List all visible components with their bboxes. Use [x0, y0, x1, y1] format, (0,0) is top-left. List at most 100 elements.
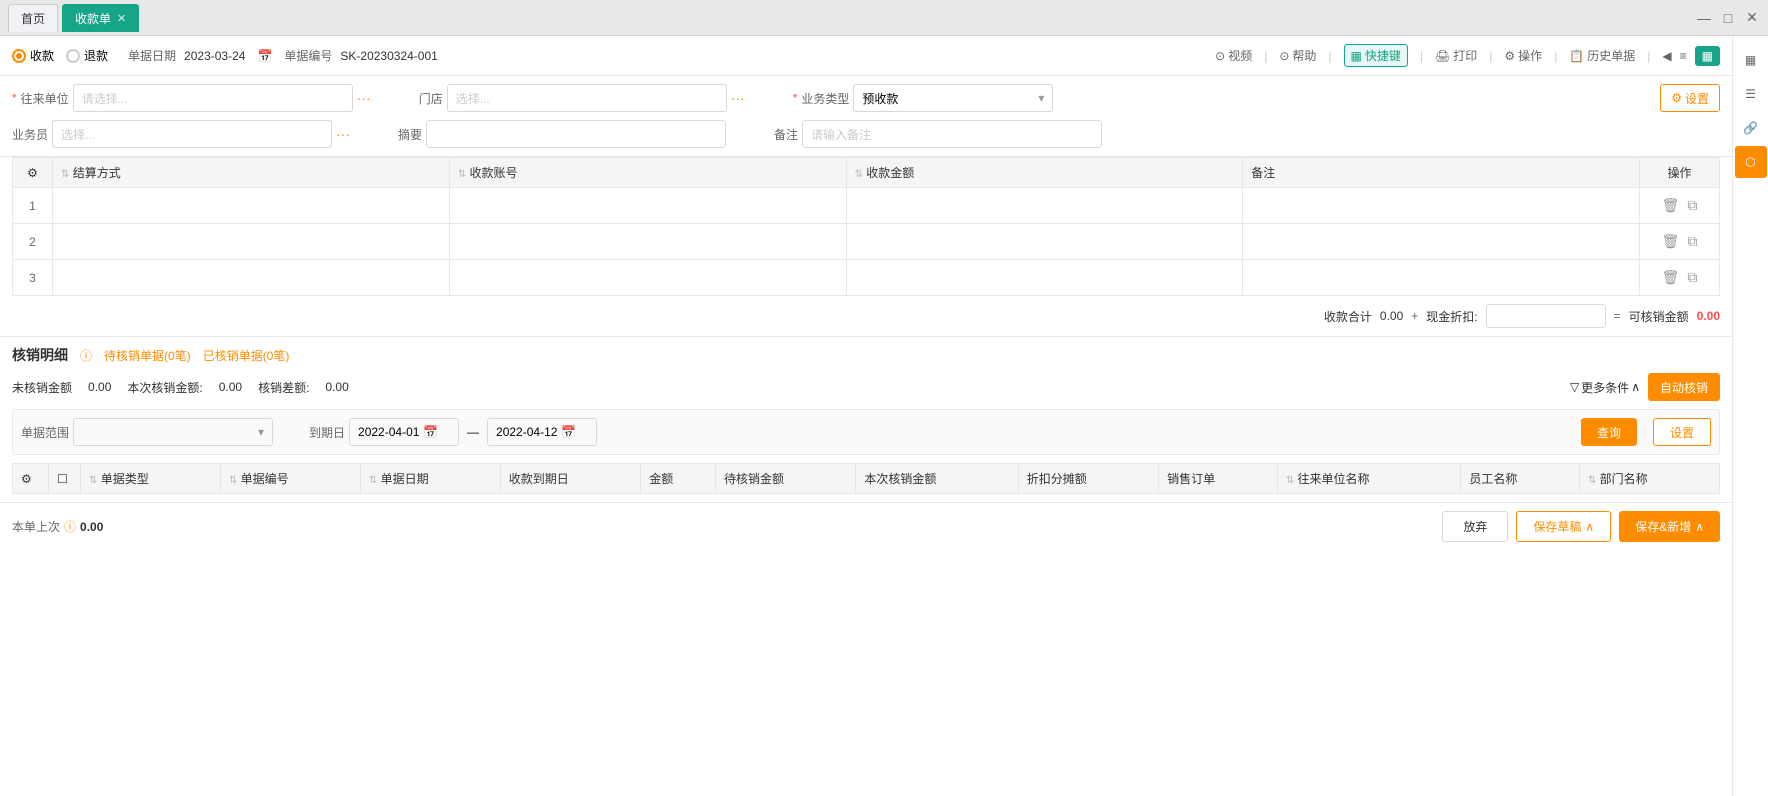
footer-info-icon[interactable]: ⓘ	[64, 518, 76, 535]
net-value: 0.00	[1697, 309, 1720, 323]
store-input[interactable]: 选择...	[447, 84, 727, 112]
row-3-account[interactable]	[449, 260, 846, 296]
row-2-settlement-input[interactable]	[53, 224, 449, 259]
abandon-button[interactable]: 放弃	[1442, 511, 1508, 542]
close-button[interactable]: ✕	[1744, 10, 1760, 26]
row-1-settlement[interactable]	[53, 188, 450, 224]
row-1-settlement-input[interactable]	[53, 188, 449, 223]
row-3-settlement[interactable]	[53, 260, 450, 296]
sidebar-attachment-icon[interactable]: 🔗	[1735, 112, 1767, 144]
radio-receipt[interactable]: 收款	[12, 47, 54, 64]
verify-info-icon[interactable]: ⓘ	[80, 347, 92, 364]
business-type-label: 业务类型	[801, 90, 849, 107]
store-more-btn[interactable]: ···	[731, 90, 745, 106]
staff-input[interactable]: 选择...	[52, 120, 332, 148]
maximize-button[interactable]: □	[1720, 10, 1736, 26]
cal-from-icon[interactable]: 📅	[423, 425, 438, 439]
staff-more-btn[interactable]: ···	[336, 126, 350, 142]
row-2-remark-input[interactable]	[1243, 224, 1639, 259]
row-3-settlement-input[interactable]	[53, 260, 449, 295]
row-3-account-input[interactable]	[450, 260, 846, 295]
row-1-copy-icon[interactable]: ⧉	[1687, 197, 1697, 214]
cal-to-icon[interactable]: 📅	[561, 425, 576, 439]
filter-settings-button[interactable]: 设置	[1653, 418, 1711, 446]
save-new-button[interactable]: 保存&新增 ∧	[1619, 511, 1720, 542]
row-3-delete-icon[interactable]: 🗑	[1662, 269, 1680, 286]
row-3-copy-icon[interactable]: ⧉	[1687, 269, 1697, 286]
row-3-remark[interactable]	[1243, 260, 1640, 296]
video-btn[interactable]: ⊙ 视频	[1215, 47, 1252, 64]
row-2-amount-input[interactable]	[847, 224, 1243, 259]
row-1-delete-icon[interactable]: 🗑	[1662, 197, 1680, 214]
range-select[interactable]: ▾	[73, 418, 273, 446]
remark-col-label: 备注	[1251, 166, 1275, 180]
row-1-amount[interactable]	[846, 188, 1243, 224]
tab-receipt-close[interactable]: ✕	[117, 12, 126, 25]
save-draft-button[interactable]: 保存草稿 ∧	[1516, 511, 1611, 542]
row-2-settlement[interactable]	[53, 224, 450, 260]
radio-return[interactable]: 退款	[66, 47, 108, 64]
tab-home[interactable]: 首页	[8, 4, 58, 32]
row-1-remark[interactable]	[1243, 188, 1640, 224]
btable-gear-header[interactable]: ⚙	[13, 464, 49, 494]
row-2-account[interactable]	[449, 224, 846, 260]
summary-field: 摘要	[398, 120, 726, 148]
auto-verify-button[interactable]: 自动核销	[1648, 373, 1720, 401]
row-2-account-input[interactable]	[450, 224, 846, 259]
business-type-value: 预收款	[862, 90, 898, 107]
row-2-copy-icon[interactable]: ⧉	[1687, 233, 1697, 250]
more-conditions-btn[interactable]: ▽ 更多条件 ∧	[1570, 379, 1640, 396]
row-2-delete-icon[interactable]: 🗑	[1662, 233, 1680, 250]
row-3-amount-input[interactable]	[847, 260, 1243, 295]
diff-value: 0.00	[325, 380, 348, 394]
bottom-table-area: ⚙ ☐ ⇅ 单据类型 ⇅ 单据编号 ⇅ 单据日期 收款到期日 金额 待核销金额 …	[12, 463, 1720, 494]
remark-col-header: 备注	[1243, 158, 1640, 188]
btable-check-header[interactable]: ☐	[49, 464, 81, 494]
history-btn[interactable]: 📋 历史单据	[1569, 47, 1635, 64]
attachment-icon: 🔗	[1743, 121, 1758, 135]
row-3-amount[interactable]	[846, 260, 1243, 296]
plus-sign: +	[1411, 309, 1418, 323]
row-3-action: 🗑 ⧉	[1640, 260, 1720, 296]
sidebar-list-icon[interactable]: ☰	[1735, 78, 1767, 110]
operation-btn[interactable]: ⚙ 操作	[1504, 47, 1542, 64]
row-1-amount-input[interactable]	[847, 188, 1243, 223]
tab-receipt[interactable]: 收款单 ✕	[62, 4, 139, 32]
row-2-amount[interactable]	[846, 224, 1243, 260]
account-label: 收款账号	[469, 166, 517, 180]
business-type-select[interactable]: 预收款 ▾	[853, 84, 1053, 112]
done-tab[interactable]: 已核销单据(0笔)	[203, 347, 290, 364]
query-button[interactable]: 查询	[1581, 418, 1637, 446]
counterpart-more-btn[interactable]: ···	[357, 90, 371, 106]
prev-btn[interactable]: ◀	[1662, 49, 1671, 63]
btable-discount-header: 折扣分摊额	[1018, 464, 1158, 494]
discount-label: 现金折扣:	[1426, 308, 1477, 325]
sidebar-expand-icon[interactable]: ⬡	[1735, 146, 1767, 178]
help-btn[interactable]: ⊙ 帮助	[1279, 47, 1316, 64]
row-3-remark-input[interactable]	[1243, 260, 1639, 295]
discount-input[interactable]	[1486, 304, 1606, 328]
settlement-col-header: ⇅ 结算方式	[53, 158, 450, 188]
date-to-input[interactable]: 2022-04-12 📅	[487, 418, 597, 446]
print-btn[interactable]: 🖨 打印	[1435, 47, 1477, 64]
calendar-icon[interactable]: 📅	[257, 49, 272, 63]
view-toggle-btn[interactable]: ≡	[1680, 49, 1687, 63]
date-from-input[interactable]: 2022-04-01 📅	[349, 418, 459, 446]
setting-button[interactable]: ⚙ 设置	[1660, 84, 1720, 112]
grid-toggle-btn[interactable]: ▦	[1695, 46, 1720, 66]
pending-tab[interactable]: 待核销单据(0笔)	[104, 347, 191, 364]
sidebar-table-icon[interactable]: ▦	[1735, 44, 1767, 76]
radio-receipt-dot	[12, 49, 26, 63]
counterpart-input[interactable]: 请选择...	[73, 84, 353, 112]
date-range-separator: —	[467, 425, 479, 439]
row-1-account-input[interactable]	[450, 188, 846, 223]
gear-col-header[interactable]: ⚙	[13, 158, 53, 188]
remark-input[interactable]: 请输入备注	[802, 120, 1102, 148]
verify-title: 核销明细	[12, 345, 68, 365]
shortcut-btn[interactable]: ▦ 快捷键	[1344, 44, 1408, 67]
row-1-account[interactable]	[449, 188, 846, 224]
row-2-remark[interactable]	[1243, 224, 1640, 260]
minimize-button[interactable]: —	[1696, 10, 1712, 26]
summary-input[interactable]	[426, 120, 726, 148]
row-1-remark-input[interactable]	[1243, 188, 1639, 223]
